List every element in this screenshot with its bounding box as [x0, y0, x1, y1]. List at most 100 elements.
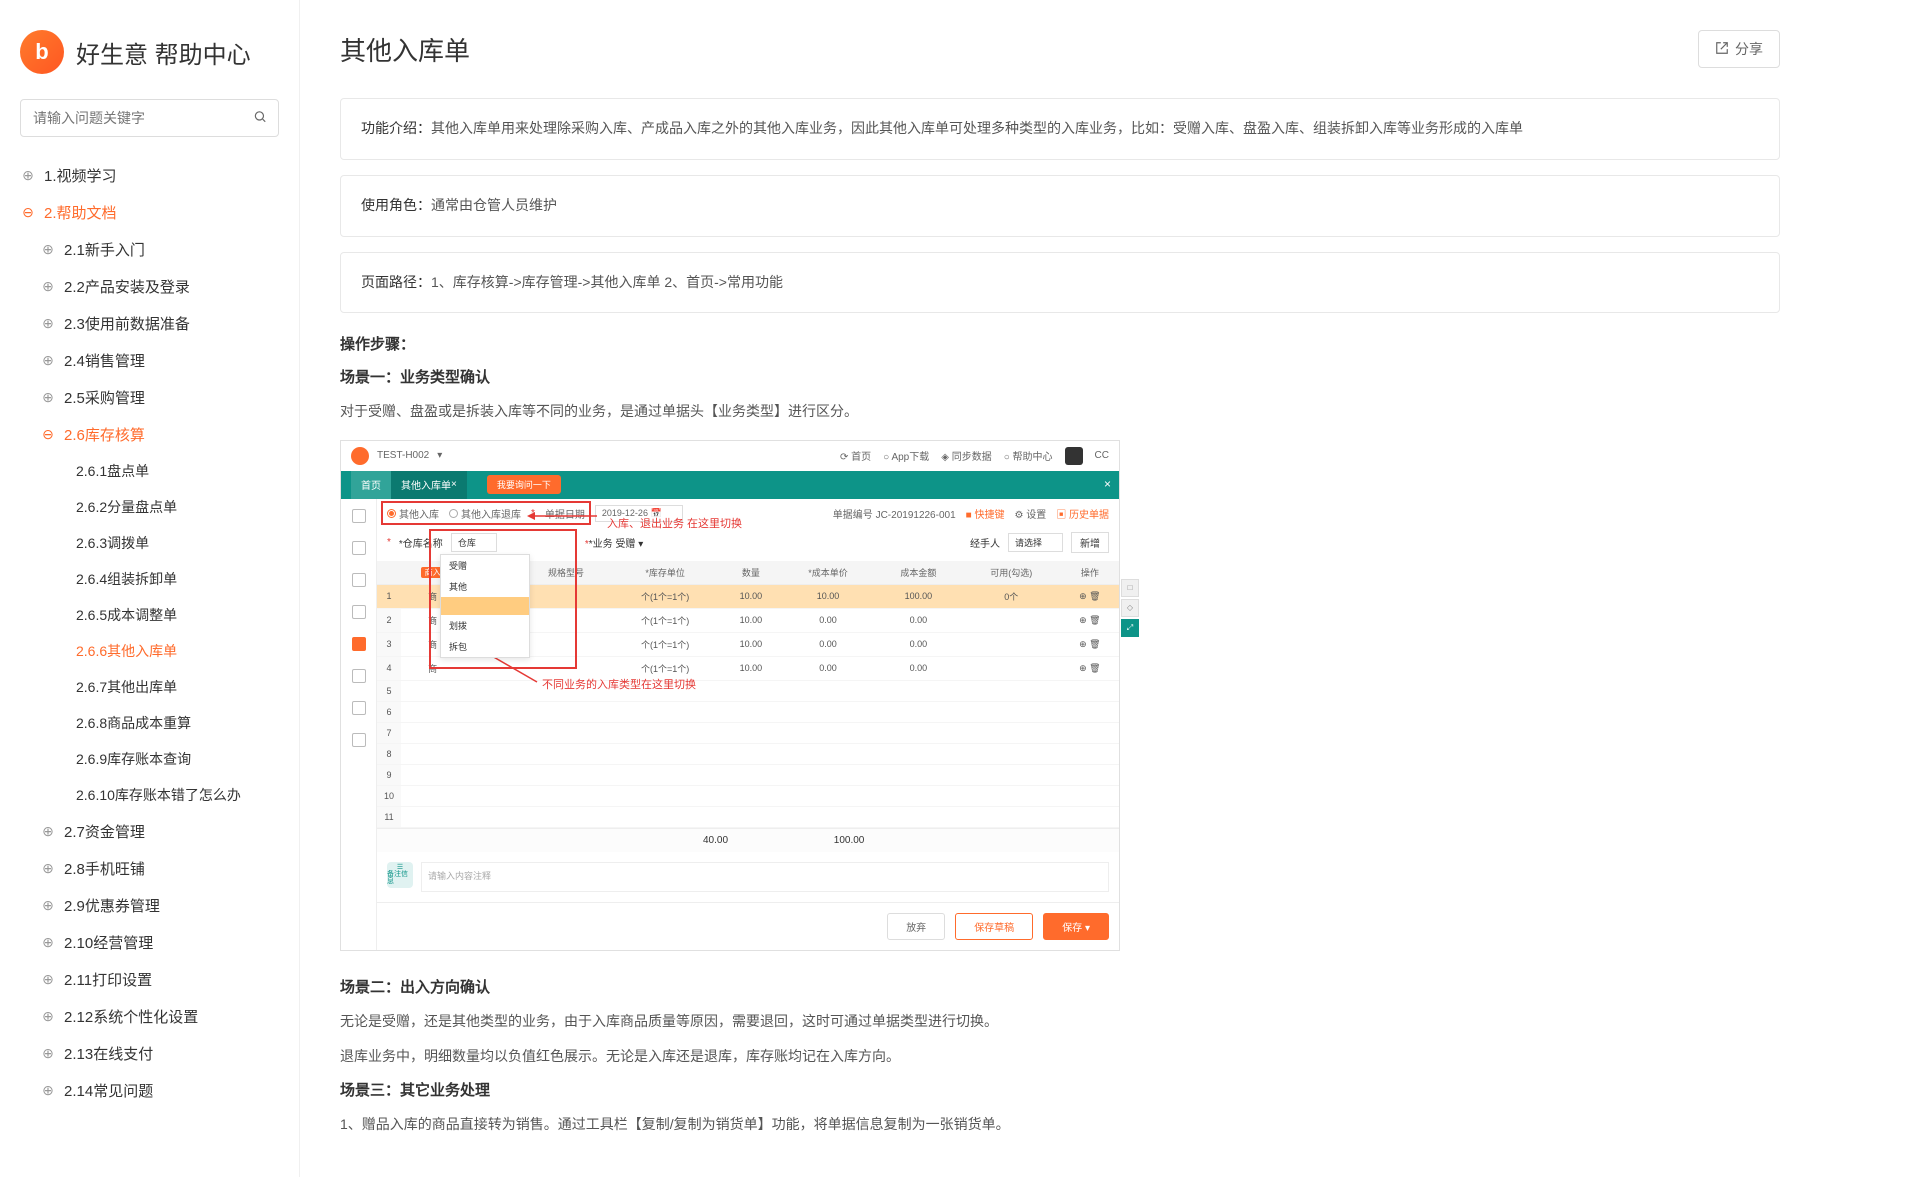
sidebar-item-label: 2.10经营管理	[64, 932, 153, 953]
plus-icon	[40, 279, 56, 295]
plus-icon	[40, 861, 56, 877]
dropdown-option: 划拨	[441, 615, 529, 636]
save-draft-button: 保存草稿	[955, 913, 1033, 940]
table-header: 可用(勾选)	[962, 561, 1061, 585]
logo: b 好生意 帮助中心	[20, 30, 279, 74]
search-box	[20, 99, 279, 137]
sidebar-item-label: 2.2产品安装及登录	[64, 276, 190, 297]
table-header: *成本单价	[781, 561, 875, 585]
sidebar-item-label: 2.13在线支付	[64, 1043, 153, 1064]
sidebar-item[interactable]: 2.6.3调拨单	[20, 525, 279, 561]
plus-icon	[40, 898, 56, 914]
sidebar-item-label: 2.6.3调拨单	[76, 533, 149, 553]
shot-footer: 放弃 保存草稿 保存 ▾	[377, 902, 1119, 950]
nav-list: 1.视频学习 2.帮助文档 2.1新手入门 2.2产品安装及登录 2.3使用前数据准备 2…	[20, 157, 279, 1109]
sidebar-item-label: 2.6.7其他出库单	[76, 677, 177, 697]
minus-icon	[20, 205, 36, 221]
warehouse-label: *仓库名称	[399, 535, 443, 550]
sidebar-item-label: 2.帮助文档	[44, 202, 117, 223]
scene2-text2: 退库业务中，明细数量均以负值红色展示。无论是入库还是退库，库存账均记在入库方向。	[340, 1044, 1780, 1069]
sidebar-item[interactable]: 2.4销售管理	[20, 342, 279, 379]
cancel-button: 放弃	[887, 913, 945, 940]
sidebar-item[interactable]: 2.6.2分量盘点单	[20, 489, 279, 525]
shot-home-link: ⟳ 首页	[840, 448, 871, 463]
steps-label: 操作步骤：	[340, 333, 1780, 354]
share-icon	[1715, 41, 1729, 58]
shot-app-link: ○ App下载	[883, 448, 929, 463]
sidebar-item-label: 2.11打印设置	[64, 969, 152, 990]
sidebar-item[interactable]: 2.6库存核算	[20, 416, 279, 453]
table-header: 操作	[1061, 561, 1119, 585]
sidebar-item[interactable]: 2.12系统个性化设置	[20, 998, 279, 1035]
plus-icon	[40, 353, 56, 369]
sidebar-item[interactable]: 2.11打印设置	[20, 961, 279, 998]
handler-select: 请选择	[1008, 533, 1063, 552]
plus-icon	[20, 168, 36, 184]
dropdown-option: 其他	[441, 576, 529, 597]
leftnav-icon	[352, 733, 366, 747]
sidebar-item[interactable]: 2.6.7其他出库单	[20, 669, 279, 705]
scene2-text1: 无论是受赠，还是其他类型的业务，由于入库商品质量等原因，需要退回，这时可通过单据…	[340, 1009, 1780, 1034]
shot-leftnav	[341, 499, 377, 950]
leftnav-icon	[352, 509, 366, 523]
sidebar-item[interactable]: 2.9优惠券管理	[20, 887, 279, 924]
sidebar-item-label: 2.3使用前数据准备	[64, 313, 190, 334]
radio-icon	[387, 509, 396, 518]
search-icon[interactable]	[253, 110, 267, 127]
sidebar-item[interactable]: 2.6.6其他入库单	[20, 633, 279, 669]
sidebar-item[interactable]: 2.帮助文档	[20, 194, 279, 231]
share-button[interactable]: 分享	[1698, 30, 1780, 68]
steps-section: 操作步骤： 场景一：业务类型确认 对于受赠、盘盈或是拆装入库等不同的业务，是通过…	[340, 333, 1780, 1137]
sidebar-item-label: 2.6.10库存账本错了怎么办	[76, 785, 241, 805]
avatar-icon	[1065, 447, 1083, 465]
radio-icon	[449, 509, 458, 518]
sidebar-item[interactable]: 2.5采购管理	[20, 379, 279, 416]
plus-icon	[40, 1046, 56, 1062]
sidebar-item[interactable]: 2.2产品安装及登录	[20, 268, 279, 305]
plus-icon	[40, 242, 56, 258]
sidebar-item[interactable]: 2.6.4组装拆卸单	[20, 561, 279, 597]
sidebar-item[interactable]: 2.8手机旺铺	[20, 850, 279, 887]
sidebar-item-label: 2.7资金管理	[64, 821, 145, 842]
sidebar-item[interactable]: 2.13在线支付	[20, 1035, 279, 1072]
sidebar-item-label: 2.5采购管理	[64, 387, 145, 408]
minus-icon	[40, 427, 56, 443]
sidebar-item-label: 2.6.8商品成本重算	[76, 713, 191, 733]
sidebar-item[interactable]: 2.6.8商品成本重算	[20, 705, 279, 741]
sidebar-item[interactable]: 2.7资金管理	[20, 813, 279, 850]
leftnav-icon	[352, 605, 366, 619]
doc-no: JC-20191226-001	[876, 510, 956, 521]
remark-icon: ☰备注信息	[387, 862, 413, 888]
scene3-text: 1、赠品入库的商品直接转为销售。通过工具栏【复制/复制为销货单】功能，将单据信息…	[340, 1112, 1780, 1137]
sidebar: b 好生意 帮助中心 1.视频学习 2.帮助文档 2.1新手入门 2.2产品安装及登录…	[0, 0, 300, 1177]
sidebar-item[interactable]: 2.6.10库存账本错了怎么办	[20, 777, 279, 813]
intro-text: 其他入库单用来处理除采购入库、产成品入库之外的其他入库业务，因此其他入库单可处理…	[431, 120, 1523, 136]
table-row: 7	[377, 722, 1119, 743]
shot-tenant: TEST-H002	[377, 450, 429, 461]
shot-main: 其他入库 其他入库退库 *单据日期 2019-12-26 📅 单据编号 JC-2…	[377, 499, 1119, 950]
sidebar-item[interactable]: 1.视频学习	[20, 157, 279, 194]
annotation-text-2: 不同业务的入库类型在这里切换	[542, 676, 696, 692]
leftnav-icon-active	[352, 637, 366, 651]
plus-icon	[40, 824, 56, 840]
sidebar-item[interactable]: 2.6.1盘点单	[20, 453, 279, 489]
sidebar-item[interactable]: 2.1新手入门	[20, 231, 279, 268]
sidebar-item[interactable]: 2.6.5成本调整单	[20, 597, 279, 633]
search-input[interactable]	[20, 99, 279, 137]
save-button: 保存 ▾	[1043, 913, 1109, 940]
sidebar-item[interactable]: 2.10经营管理	[20, 924, 279, 961]
scene1-title: 场景一：业务类型确认	[340, 366, 1780, 387]
sidebar-item[interactable]: 2.6.9库存账本查询	[20, 741, 279, 777]
annotation-text-1: 入库、退出业务 在这里切换	[607, 515, 742, 531]
table-row: 8	[377, 743, 1119, 764]
logo-text: 好生意 帮助中心	[76, 35, 251, 70]
table-header	[377, 561, 401, 585]
sidebar-item-label: 2.1新手入门	[64, 239, 145, 260]
plus-icon	[40, 1083, 56, 1099]
sidebar-item[interactable]: 2.14常见问题	[20, 1072, 279, 1109]
shot-totals: 40.00 100.00	[377, 828, 1119, 852]
dropdown-menu: 受赠其他 划拨拆包	[440, 554, 530, 658]
sidebar-item[interactable]: 2.3使用前数据准备	[20, 305, 279, 342]
total-qty: 40.00	[661, 835, 769, 846]
leftnav-icon	[352, 541, 366, 555]
